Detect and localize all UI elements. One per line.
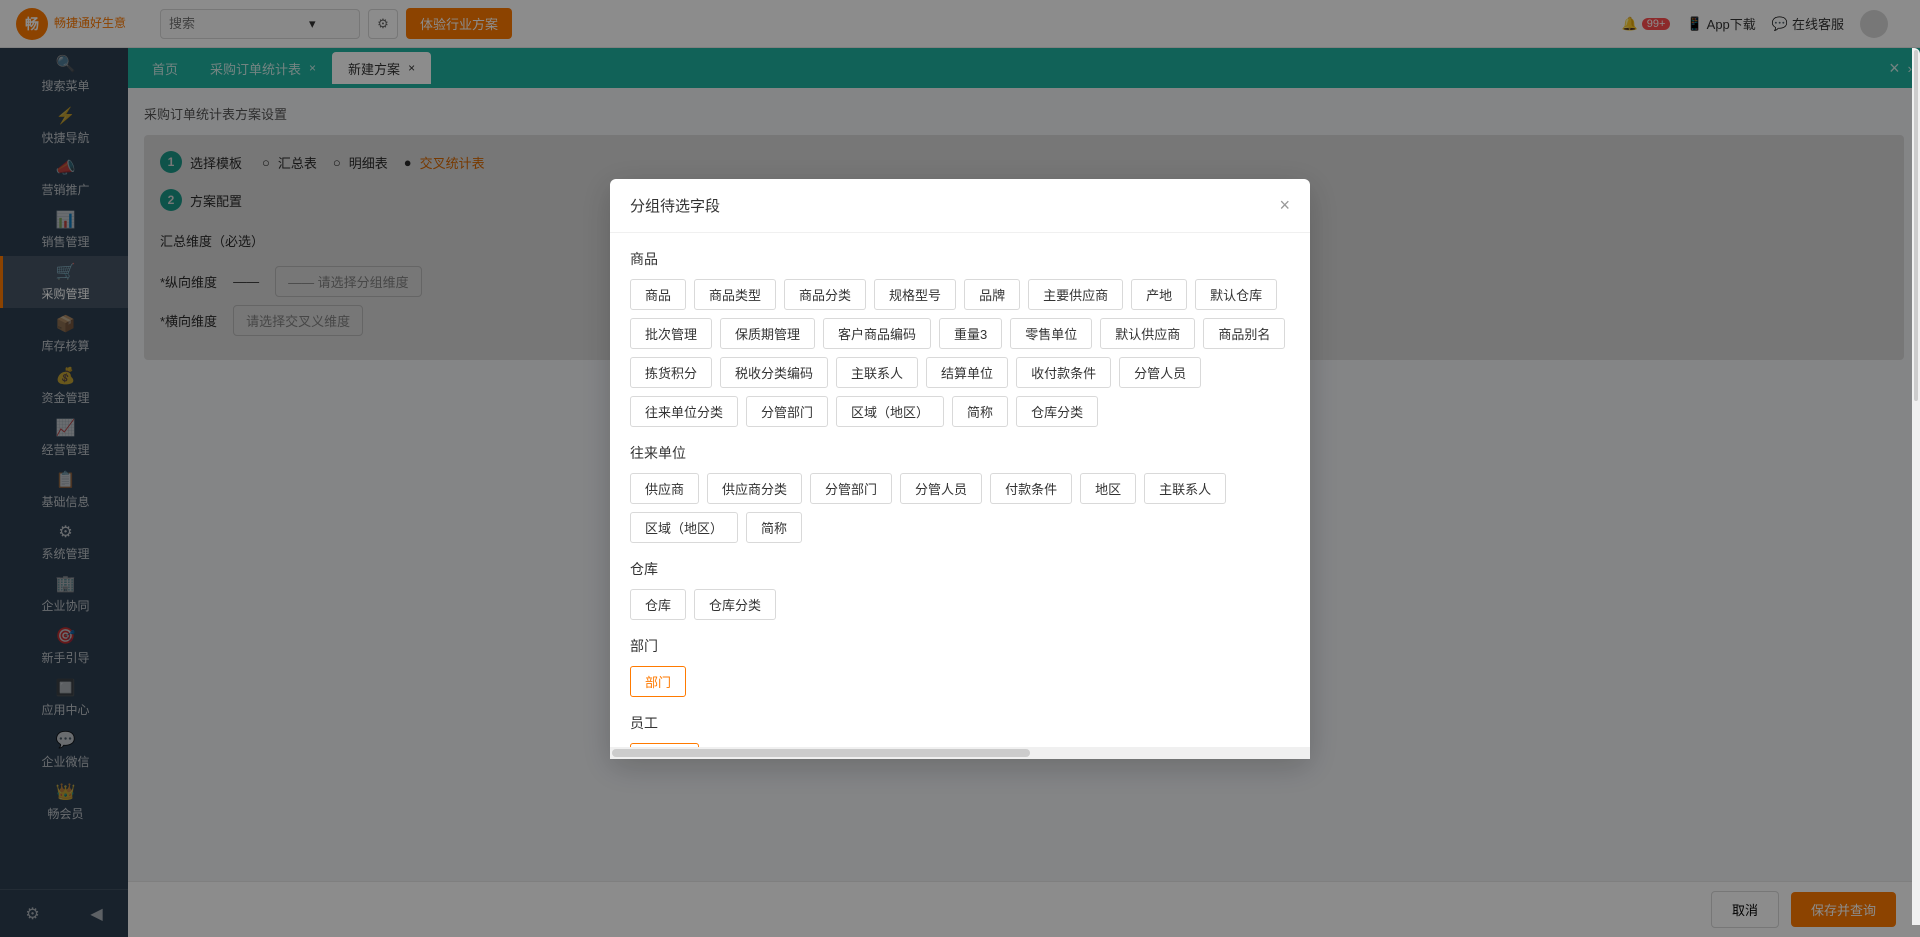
- field-tag[interactable]: 税收分类编码: [720, 357, 828, 388]
- field-tag[interactable]: 供应商分类: [707, 473, 802, 504]
- field-tag[interactable]: 品牌: [964, 279, 1020, 310]
- section-heading-employee: 员工: [630, 713, 1290, 733]
- modal-vertical-scrollbar-thumb: [1914, 50, 1918, 401]
- field-tag[interactable]: 简称: [746, 512, 802, 543]
- section-heading-department: 部门: [630, 636, 1290, 656]
- modal-horizontal-scrollbar[interactable]: [610, 747, 1310, 759]
- field-tag[interactable]: 产地: [1131, 279, 1187, 310]
- modal-title: 分组待选字段: [630, 195, 720, 216]
- field-tag[interactable]: 收付款条件: [1016, 357, 1111, 388]
- field-tag[interactable]: 结算单位: [926, 357, 1008, 388]
- field-tag[interactable]: 商品分类: [784, 279, 866, 310]
- modal-header: 分组待选字段 ×: [610, 179, 1310, 233]
- section-heading-partner: 往来单位: [630, 443, 1290, 463]
- field-tag[interactable]: 批次管理: [630, 318, 712, 349]
- scrollbar-thumb: [612, 749, 1030, 757]
- field-tag[interactable]: 默认仓库: [1195, 279, 1277, 310]
- field-tag[interactable]: 仓库: [630, 589, 686, 620]
- field-tag[interactable]: 区域（地区）: [630, 512, 738, 543]
- field-tag[interactable]: 零售单位: [1010, 318, 1092, 349]
- field-tag[interactable]: 商品类型: [694, 279, 776, 310]
- field-tag[interactable]: 往来单位分类: [630, 396, 738, 427]
- section-heading-warehouse: 仓库: [630, 559, 1290, 579]
- field-tag[interactable]: 主联系人: [1144, 473, 1226, 504]
- field-tags-partner: 供应商 供应商分类 分管部门 分管人员 付款条件 地区 主联系人 区域（地区） …: [630, 473, 1290, 543]
- field-tag[interactable]: 重量3: [939, 318, 1002, 349]
- field-tag[interactable]: 规格型号: [874, 279, 956, 310]
- field-tag[interactable]: 默认供应商: [1100, 318, 1195, 349]
- field-tag[interactable]: 商品别名: [1203, 318, 1285, 349]
- field-tag[interactable]: 分管人员: [1119, 357, 1201, 388]
- field-tag[interactable]: 简称: [952, 396, 1008, 427]
- field-tag-department[interactable]: 部门: [630, 666, 686, 697]
- field-tag[interactable]: 区域（地区）: [836, 396, 944, 427]
- modal-vertical-scrollbar-track: [1912, 48, 1920, 925]
- modal-close-button[interactable]: ×: [1279, 196, 1290, 214]
- field-tag[interactable]: 供应商: [630, 473, 699, 504]
- field-tag[interactable]: 主联系人: [836, 357, 918, 388]
- modal-overlay[interactable]: 分组待选字段 × 商品 商品 商品类型 商品分类 规格型号 品牌 主要供应商 产…: [0, 0, 1920, 937]
- field-tag[interactable]: 分管部门: [810, 473, 892, 504]
- field-tag[interactable]: 商品: [630, 279, 686, 310]
- field-tags-warehouse: 仓库 仓库分类: [630, 589, 1290, 620]
- field-tag[interactable]: 仓库分类: [694, 589, 776, 620]
- field-tag[interactable]: 保质期管理: [720, 318, 815, 349]
- field-tag[interactable]: 付款条件: [990, 473, 1072, 504]
- section-heading-goods: 商品: [630, 249, 1290, 269]
- field-tag[interactable]: 主要供应商: [1028, 279, 1123, 310]
- modal-dialog: 分组待选字段 × 商品 商品 商品类型 商品分类 规格型号 品牌 主要供应商 产…: [610, 179, 1310, 759]
- field-tag[interactable]: 拣货积分: [630, 357, 712, 388]
- field-tag[interactable]: 分管部门: [746, 396, 828, 427]
- field-tag[interactable]: 仓库分类: [1016, 396, 1098, 427]
- modal-body: 商品 商品 商品类型 商品分类 规格型号 品牌 主要供应商 产地 默认仓库 批次…: [610, 233, 1310, 747]
- field-tags-goods: 商品 商品类型 商品分类 规格型号 品牌 主要供应商 产地 默认仓库 批次管理 …: [630, 279, 1290, 427]
- field-tag[interactable]: 客户商品编码: [823, 318, 931, 349]
- field-tag[interactable]: 分管人员: [900, 473, 982, 504]
- field-tag[interactable]: 地区: [1080, 473, 1136, 504]
- field-tags-department: 部门: [630, 666, 1290, 697]
